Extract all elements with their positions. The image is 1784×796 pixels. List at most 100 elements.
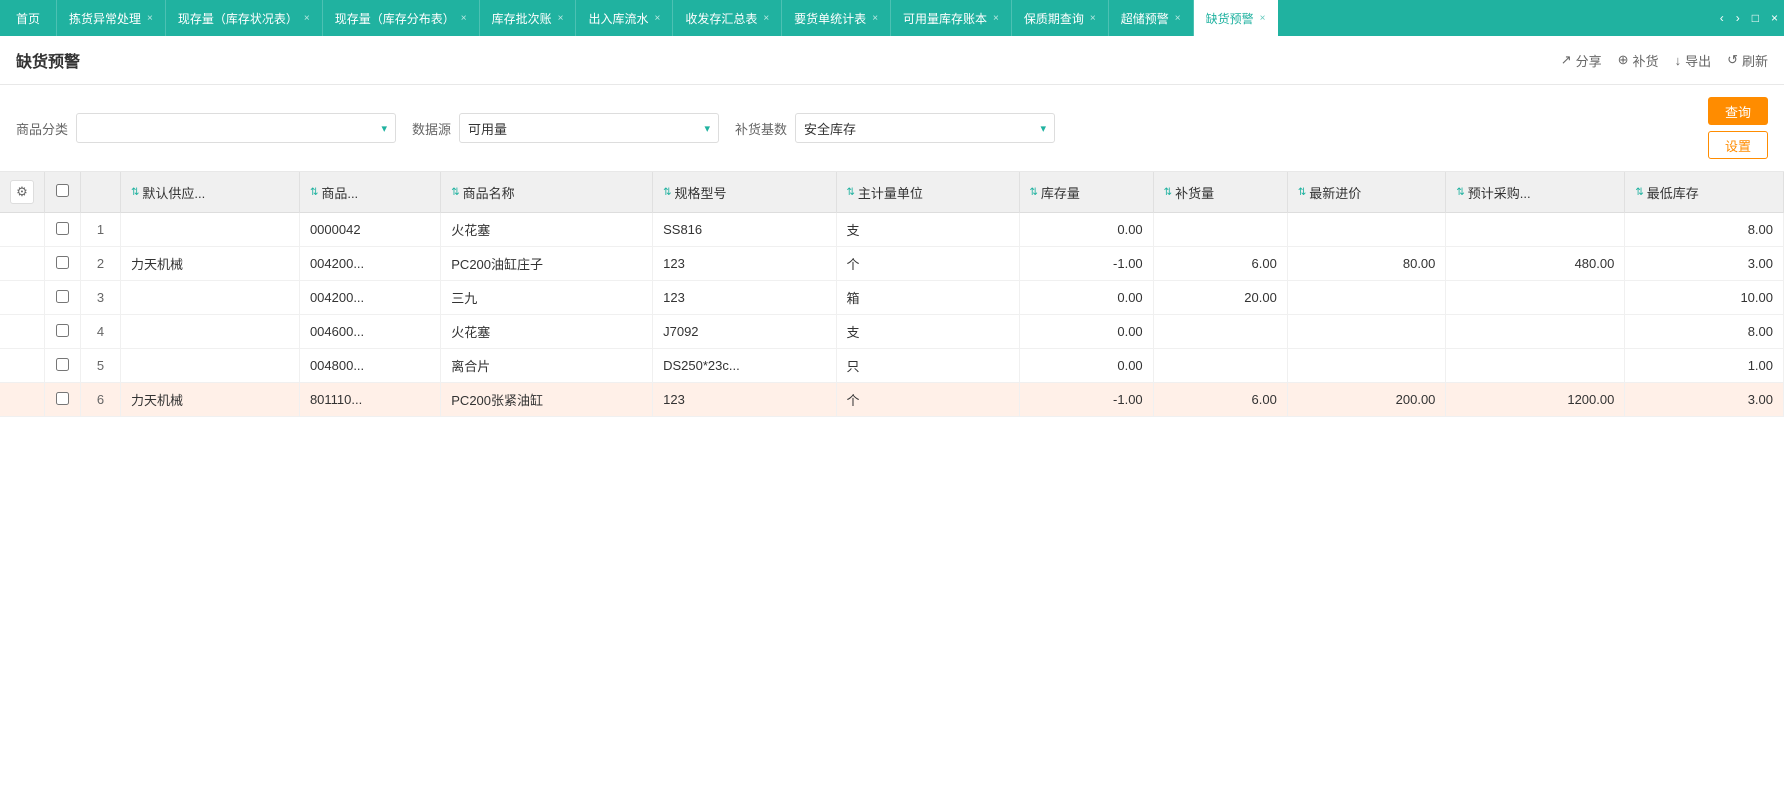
shortage-table: ⚙ ⇅ 默认供应... ⇅ xyxy=(0,172,1784,417)
row-supplier xyxy=(121,349,300,383)
tab-order-stats-close[interactable]: × xyxy=(872,13,878,24)
tab-overstock[interactable]: 超储预警 × xyxy=(1109,0,1194,36)
th-spec[interactable]: ⇅ 规格型号 xyxy=(653,172,836,213)
tab-inventory-status[interactable]: 现存量（库存状况表） × xyxy=(166,0,323,36)
row-stock: 0.00 xyxy=(1019,213,1153,247)
settings-button[interactable]: 设置 xyxy=(1708,131,1768,159)
th-unit[interactable]: ⇅ 主计量单位 xyxy=(836,172,1019,213)
refresh-button[interactable]: ↺ 刷新 xyxy=(1727,51,1768,70)
tab-inventory-status-close[interactable]: × xyxy=(304,13,310,24)
tab-inventory-dist-close[interactable]: × xyxy=(461,13,467,24)
tab-available-ledger-close[interactable]: × xyxy=(993,13,999,24)
tab-restore-btn[interactable]: □ xyxy=(1746,0,1765,36)
tab-close-btn[interactable]: × xyxy=(1765,0,1784,36)
tab-available-ledger[interactable]: 可用量库存账本 × xyxy=(891,0,1012,36)
th-min-label: 最低库存 xyxy=(1647,183,1699,202)
tab-receipt-summary-close[interactable]: × xyxy=(763,13,769,24)
row-estimated-purchase: 480.00 xyxy=(1446,247,1625,281)
row-checkbox[interactable] xyxy=(56,256,69,269)
row-supplier xyxy=(121,213,300,247)
tab-available-ledger-label: 可用量库存账本 xyxy=(903,10,987,27)
row-replenish-qty xyxy=(1153,349,1287,383)
th-product-name[interactable]: ⇅ 商品名称 xyxy=(441,172,653,213)
th-stock[interactable]: ⇅ 库存量 xyxy=(1019,172,1153,213)
tab-overstock-label: 超储预警 xyxy=(1121,10,1169,27)
row-product-name: 离合片 xyxy=(441,349,653,383)
th-latest-price[interactable]: ⇅ 最新进价 xyxy=(1287,172,1446,213)
row-unit: 个 xyxy=(836,247,1019,281)
table-container: ⚙ ⇅ 默认供应... ⇅ xyxy=(0,172,1784,417)
row-replenish-qty xyxy=(1153,213,1287,247)
data-source-label: 数据源 xyxy=(412,119,451,138)
row-checkbox[interactable] xyxy=(56,324,69,337)
tab-inventory-dist[interactable]: 现存量（库存分布表） × xyxy=(323,0,480,36)
column-settings-icon[interactable]: ⚙ xyxy=(10,180,34,204)
row-min-stock: 3.00 xyxy=(1625,383,1784,417)
row-num: 6 xyxy=(81,383,121,417)
row-checkbox[interactable] xyxy=(56,392,69,405)
export-label: 导出 xyxy=(1685,51,1711,70)
tab-inout-flow-close[interactable]: × xyxy=(654,13,660,24)
tab-shortage-label: 缺货预警 xyxy=(1206,10,1254,27)
tab-receipt-summary[interactable]: 收发存汇总表 × xyxy=(673,0,782,36)
row-stock: -1.00 xyxy=(1019,383,1153,417)
table-row: 1 0000042 火花塞 SS816 支 0.00 8.00 xyxy=(0,213,1784,247)
row-checkbox[interactable] xyxy=(56,358,69,371)
th-product-code[interactable]: ⇅ 商品... xyxy=(299,172,440,213)
tab-inventory-dist-label: 现存量（库存分布表） xyxy=(335,10,455,27)
data-source-select[interactable]: 可用量 ▾ xyxy=(459,113,719,143)
select-all-checkbox[interactable] xyxy=(56,184,69,197)
table-row: 6 力天机械 801110... PC200张紧油缸 123 个 -1.00 6… xyxy=(0,383,1784,417)
filter-actions: 查询 设置 xyxy=(1708,97,1768,159)
tab-overstock-close[interactable]: × xyxy=(1175,13,1181,24)
page-content: 缺货预警 ↗ 分享 ⊕ 补货 ↓ 导出 ↺ 刷新 商品分类 xyxy=(0,36,1784,796)
tab-home-label: 首页 xyxy=(16,10,40,27)
row-stock: 0.00 xyxy=(1019,281,1153,315)
row-checkbox[interactable] xyxy=(56,222,69,235)
replenish-button[interactable]: ⊕ 补货 xyxy=(1618,51,1659,70)
row-checkbox[interactable] xyxy=(56,290,69,303)
tab-batch-account[interactable]: 库存批次账 × xyxy=(480,0,577,36)
tab-shortage[interactable]: 缺货预警 × xyxy=(1194,0,1279,36)
query-button[interactable]: 查询 xyxy=(1708,97,1768,125)
replenish-basis-select[interactable]: 安全库存 ▾ xyxy=(795,113,1055,143)
row-product-name: PC200张紧油缸 xyxy=(441,383,653,417)
export-button[interactable]: ↓ 导出 xyxy=(1675,51,1712,70)
tab-batch-account-close[interactable]: × xyxy=(558,13,564,24)
row-replenish-qty: 20.00 xyxy=(1153,281,1287,315)
row-product-code: 004200... xyxy=(299,281,440,315)
row-gear-cell xyxy=(0,315,45,349)
row-product-code: 004800... xyxy=(299,349,440,383)
tab-order-stats[interactable]: 要货单统计表 × xyxy=(782,0,891,36)
th-default-supplier[interactable]: ⇅ 默认供应... xyxy=(121,172,300,213)
tab-abnormal-close[interactable]: × xyxy=(147,13,153,24)
row-stock: -1.00 xyxy=(1019,247,1153,281)
th-code-label: 商品... xyxy=(321,183,358,202)
th-name-label: 商品名称 xyxy=(463,183,515,202)
th-replenish-qty[interactable]: ⇅ 补货量 xyxy=(1153,172,1287,213)
category-select[interactable]: ▾ xyxy=(76,113,396,143)
tab-prev-btn[interactable]: ‹ xyxy=(1714,0,1730,36)
tab-inout-flow-label: 出入库流水 xyxy=(588,10,648,27)
row-gear-cell xyxy=(0,349,45,383)
row-gear-cell xyxy=(0,383,45,417)
row-unit: 箱 xyxy=(836,281,1019,315)
tab-expiry-query[interactable]: 保质期查询 × xyxy=(1012,0,1109,36)
tab-shortage-close[interactable]: × xyxy=(1260,13,1266,24)
row-unit: 支 xyxy=(836,213,1019,247)
tab-inout-flow[interactable]: 出入库流水 × xyxy=(576,0,673,36)
share-button[interactable]: ↗ 分享 xyxy=(1561,51,1602,70)
th-row-num xyxy=(81,172,121,213)
row-product-code: 004200... xyxy=(299,247,440,281)
th-spec-label: 规格型号 xyxy=(675,183,727,202)
tab-next-btn[interactable]: › xyxy=(1730,0,1746,36)
th-stock-label: 库存量 xyxy=(1041,183,1080,202)
tab-home[interactable]: 首页 xyxy=(0,0,57,36)
page-header: 缺货预警 ↗ 分享 ⊕ 补货 ↓ 导出 ↺ 刷新 xyxy=(0,36,1784,85)
tab-abnormal[interactable]: 拣货异常处理 × xyxy=(57,0,166,36)
page-title: 缺货预警 xyxy=(16,48,80,72)
data-source-filter-group: 数据源 可用量 ▾ xyxy=(412,113,719,143)
th-estimated-purchase[interactable]: ⇅ 预计采购... xyxy=(1446,172,1625,213)
tab-expiry-query-close[interactable]: × xyxy=(1090,13,1096,24)
th-min-stock[interactable]: ⇅ 最低库存 xyxy=(1625,172,1784,213)
